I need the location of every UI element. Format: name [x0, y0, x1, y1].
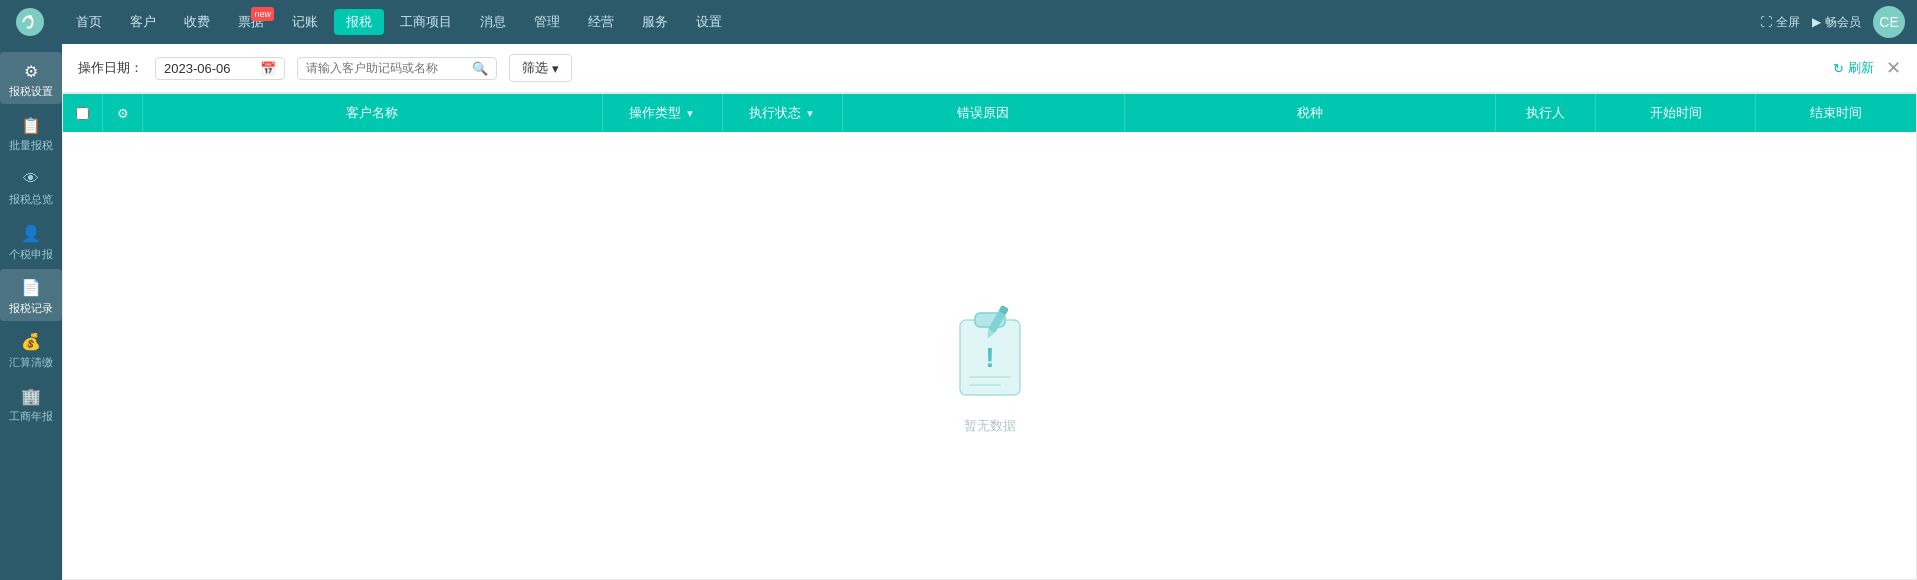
table-body: ! 暂无数据	[63, 132, 1916, 577]
main-content: 操作日期： 📅 🔍 筛选 ▾ ↻ 刷新 ✕	[62, 44, 1917, 580]
sidebar-item-individual-tax[interactable]: 👤 个税申报	[0, 215, 62, 267]
nav-items: 首页客户收费票据new记账报税工商项目消息管理经营服务设置	[64, 9, 1760, 35]
fullscreen-icon: ⛶	[1760, 15, 1772, 29]
th-executor: 执行人	[1496, 94, 1596, 132]
top-nav-right: ⛶ 全屏 ▶ 畅会员 CE	[1760, 6, 1905, 38]
chevron-down-icon: ▾	[552, 61, 559, 76]
sidebar-item-settlement[interactable]: 💰 汇算清缴	[0, 323, 62, 375]
nav-item-管理[interactable]: 管理	[522, 9, 572, 35]
batch-tax-label: 批量报税	[9, 139, 53, 152]
calendar-icon: 📅	[260, 61, 276, 76]
date-picker[interactable]: 📅	[155, 57, 285, 80]
svg-point-1	[28, 15, 32, 19]
settlement-icon: 💰	[20, 331, 42, 353]
nav-item-首页[interactable]: 首页	[64, 9, 114, 35]
sidebar-item-annual-report[interactable]: 🏢 工商年报	[0, 377, 62, 429]
nav-item-收费[interactable]: 收费	[172, 9, 222, 35]
th-taxtype: 税种	[1125, 94, 1496, 132]
th-starttime: 开始时间	[1596, 94, 1756, 132]
date-label: 操作日期：	[78, 59, 143, 77]
th-checkbox[interactable]	[63, 94, 103, 132]
refresh-button[interactable]: ↻ 刷新	[1833, 59, 1874, 77]
th-optype[interactable]: 操作类型 ▼	[603, 94, 723, 132]
top-nav: 首页客户收费票据new记账报税工商项目消息管理经营服务设置 ⛶ 全屏 ▶ 畅会员…	[0, 0, 1917, 44]
sidebar-item-tax-records[interactable]: 📄 报税记录	[0, 269, 62, 321]
individual-tax-icon: 👤	[20, 223, 42, 245]
search-wrapper: 🔍	[297, 57, 497, 80]
annual-report-icon: 🏢	[20, 385, 42, 407]
date-input[interactable]	[164, 61, 254, 76]
play-icon: ▶	[1812, 15, 1821, 29]
settlement-label: 汇算清缴	[9, 356, 53, 369]
th-endtime: 结束时间	[1756, 94, 1916, 132]
sidebar: ⚙ 报税设置 📋 批量报税 👁 报税总览 👤 个税申报 📄 报税记录 💰 汇算清缴 🏢 工商年报	[0, 44, 62, 580]
member-button[interactable]: ▶ 畅会员	[1812, 14, 1861, 31]
nav-item-服务[interactable]: 服务	[630, 9, 680, 35]
th-settings[interactable]: ⚙	[103, 94, 143, 132]
tax-settings-icon: ⚙	[20, 60, 42, 82]
filter-label: 筛选	[522, 59, 548, 77]
search-icon[interactable]: 🔍	[472, 61, 488, 76]
logo[interactable]	[12, 4, 48, 40]
tax-settings-label: 报税设置	[9, 85, 53, 98]
table-container: ⚙ 客户名称 操作类型 ▼ 执行状态 ▼ 错误原因 税种	[62, 93, 1917, 580]
empty-text: 暂无数据	[964, 417, 1016, 435]
sidebar-item-tax-settings[interactable]: ⚙ 报税设置	[0, 52, 62, 104]
sidebar-item-batch-tax[interactable]: 📋 批量报税	[0, 106, 62, 158]
th-customer: 客户名称	[143, 94, 603, 132]
nav-item-票据[interactable]: 票据new	[226, 9, 276, 35]
close-button[interactable]: ✕	[1886, 57, 1901, 79]
nav-item-工商项目[interactable]: 工商项目	[388, 9, 464, 35]
th-status[interactable]: 执行状态 ▼	[723, 94, 843, 132]
toolbar: 操作日期： 📅 🔍 筛选 ▾ ↻ 刷新 ✕	[62, 44, 1917, 93]
sidebar-item-tax-summary[interactable]: 👁 报税总览	[0, 160, 62, 212]
tax-records-label: 报税记录	[9, 302, 53, 315]
select-all-checkbox[interactable]	[76, 107, 89, 120]
search-input[interactable]	[306, 61, 468, 75]
tax-summary-label: 报税总览	[9, 193, 53, 206]
batch-tax-icon: 📋	[20, 114, 42, 136]
nav-item-消息[interactable]: 消息	[468, 9, 518, 35]
nav-item-设置[interactable]: 设置	[684, 9, 734, 35]
annual-report-label: 工商年报	[9, 410, 53, 423]
empty-illustration: !	[940, 295, 1040, 405]
nav-item-记账[interactable]: 记账	[280, 9, 330, 35]
tax-summary-icon: 👁	[20, 168, 42, 190]
nav-item-客户[interactable]: 客户	[118, 9, 168, 35]
empty-state: ! 暂无数据	[940, 295, 1040, 435]
sort-icon-status: ▼	[805, 108, 815, 119]
individual-tax-label: 个税申报	[9, 248, 53, 261]
layout: ⚙ 报税设置 📋 批量报税 👁 报税总览 👤 个税申报 📄 报税记录 💰 汇算清缴 🏢 工商年报 操作日期…	[0, 44, 1917, 580]
tax-records-icon: 📄	[20, 277, 42, 299]
avatar[interactable]: CE	[1873, 6, 1905, 38]
filter-button[interactable]: 筛选 ▾	[509, 54, 572, 82]
svg-point-0	[16, 8, 44, 36]
nav-item-经营[interactable]: 经营	[576, 9, 626, 35]
toolbar-right: ↻ 刷新 ✕	[1833, 57, 1901, 79]
sort-icon-optype: ▼	[685, 108, 695, 119]
table-header: ⚙ 客户名称 操作类型 ▼ 执行状态 ▼ 错误原因 税种	[63, 94, 1916, 132]
th-error: 错误原因	[843, 94, 1126, 132]
settings-icon: ⚙	[117, 106, 129, 121]
svg-text:!: !	[985, 342, 994, 373]
nav-item-报税[interactable]: 报税	[334, 9, 384, 35]
fullscreen-button[interactable]: ⛶ 全屏	[1760, 14, 1800, 31]
refresh-icon: ↻	[1833, 61, 1844, 76]
